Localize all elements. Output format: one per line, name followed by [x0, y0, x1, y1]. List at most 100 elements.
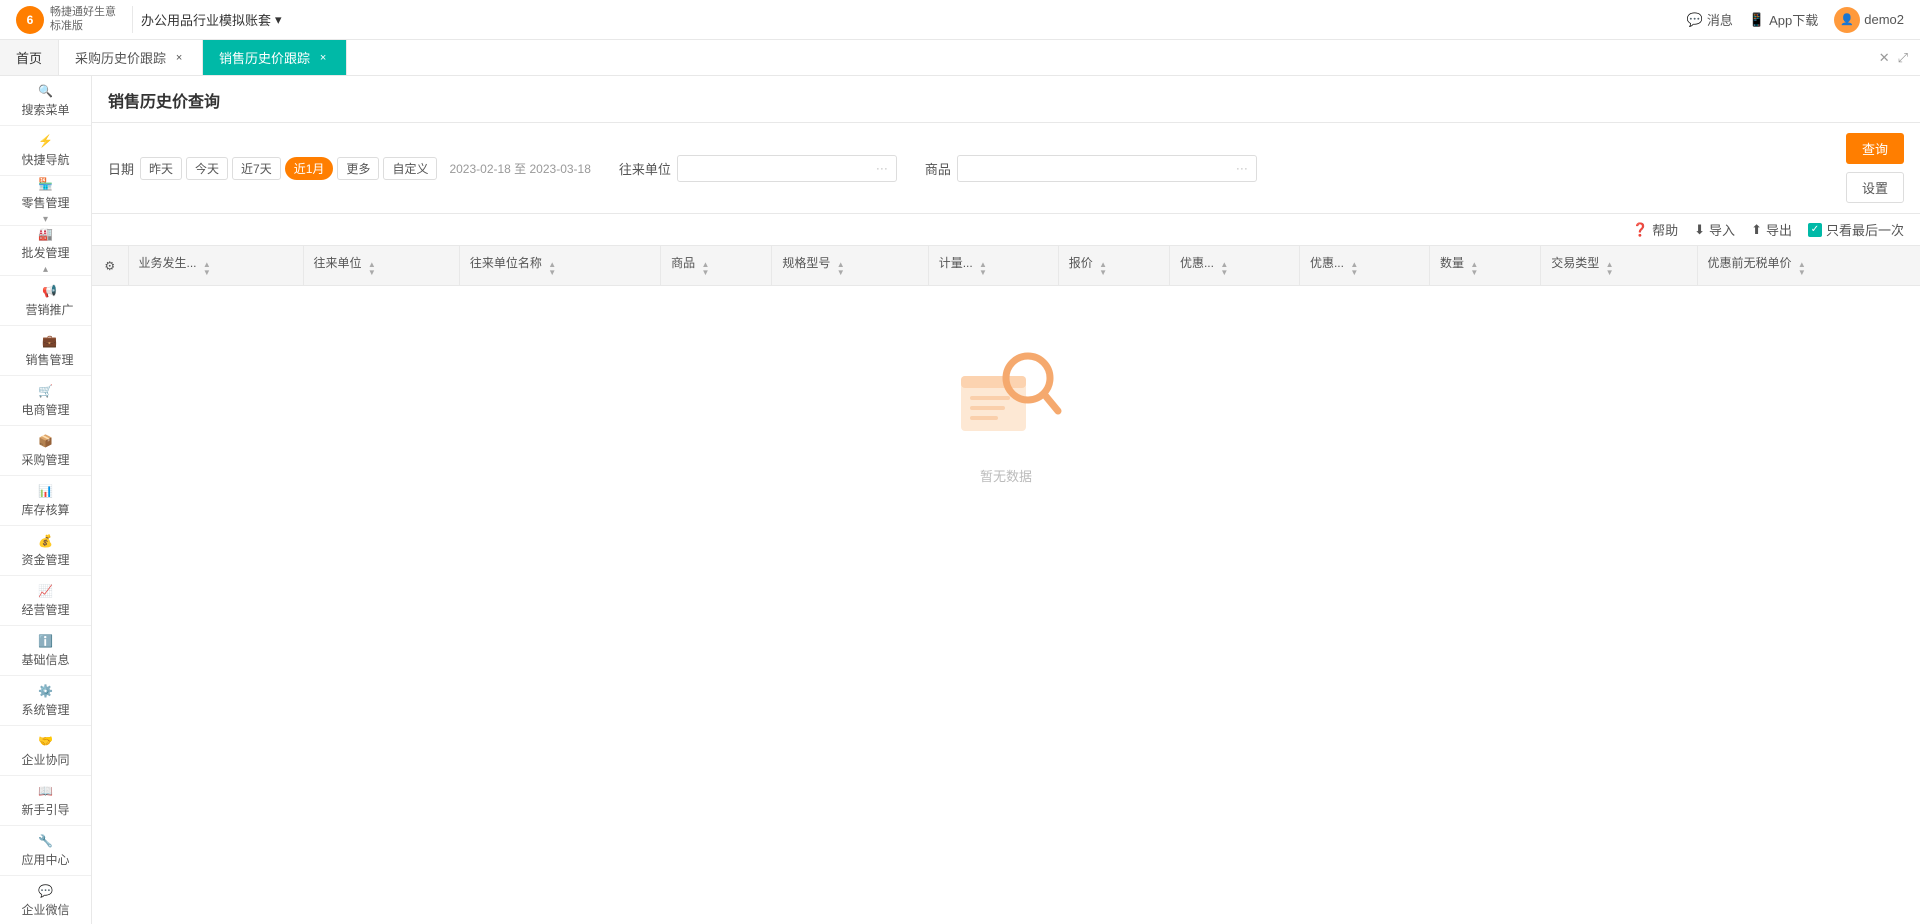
query-button[interactable]: 查询	[1846, 133, 1904, 164]
col-pretax-price[interactable]: 优惠前无税单价 ▲▼	[1697, 246, 1920, 286]
sidebar-item-wechat[interactable]: 💬 企业微信	[0, 876, 91, 924]
empty-illustration	[946, 346, 1066, 456]
sidebar-search-label: 搜索菜单	[21, 101, 69, 118]
col-partner-name-label: 往来单位名称	[470, 256, 542, 270]
date-btn-today[interactable]: 今天	[186, 157, 228, 180]
sort-arrows: ▲▼	[1606, 261, 1614, 277]
column-settings-icon[interactable]: ⚙	[104, 259, 115, 273]
col-goods[interactable]: 商品 ▲▼	[661, 246, 772, 286]
inventory-icon: 📊	[38, 484, 53, 498]
sidebar-item-inventory[interactable]: 📊 库存核算	[0, 476, 91, 526]
date-btn-more[interactable]: 更多	[337, 157, 379, 180]
chevron-down-icon: ▾	[275, 12, 282, 28]
app-selector[interactable]: 办公用品行业模拟账套 ▾	[132, 6, 290, 33]
sidebar-item-basic-info[interactable]: ℹ️ 基础信息	[0, 626, 91, 676]
sidebar-item-wholesale-mgmt[interactable]: 🏭 批发管理 ▴	[0, 226, 91, 276]
col-price-label: 报价	[1069, 256, 1093, 270]
sidebar-wechat-label: 企业微信	[21, 901, 69, 918]
col-discount2-label: 优惠...	[1310, 256, 1344, 270]
sidebar-item-marketing[interactable]: 📢 营销推广	[0, 276, 91, 326]
tab-home[interactable]: 首页	[0, 40, 59, 75]
sidebar-item-app-center[interactable]: 🔧 应用中心	[0, 826, 91, 876]
app-logo-icon: 6	[16, 6, 44, 34]
tab-purchase[interactable]: 采购历史价跟踪 ×	[59, 40, 203, 75]
expand-icon: ▴	[43, 264, 48, 275]
col-discount2[interactable]: 优惠... ▲▼	[1299, 246, 1429, 286]
date-buttons: 昨天 今天 近7天 近1月 更多 自定义	[140, 157, 437, 180]
maximize-window-icon[interactable]: ⤢	[1898, 50, 1908, 66]
close-window-icon[interactable]: ✕	[1879, 50, 1890, 66]
sidebar-wholesale-label: 批发管理	[21, 244, 69, 261]
sidebar-item-enterprise[interactable]: 🤝 企业协同	[0, 726, 91, 776]
import-label: 导入	[1709, 220, 1735, 239]
sidebar-item-retail-mgmt[interactable]: 🏪 零售管理 ▾	[0, 176, 91, 226]
sort-arrows: ▲▼	[203, 261, 211, 277]
sidebar-inventory-label: 库存核算	[21, 501, 69, 518]
col-partner-name[interactable]: 往来单位名称 ▲▼	[459, 246, 660, 286]
finance-icon: 💰	[38, 534, 53, 548]
tab-sales-close[interactable]: ×	[316, 51, 330, 65]
sidebar-item-system[interactable]: ⚙️ 系统管理	[0, 676, 91, 726]
sidebar-item-quick-nav[interactable]: ⚡ 快捷导航	[0, 126, 91, 176]
sort-arrows: ▲▼	[702, 261, 710, 277]
date-btn-1month[interactable]: 近1月	[285, 157, 334, 180]
sidebar-item-guide[interactable]: 📖 新手引导	[0, 776, 91, 826]
message-icon: 💬	[1687, 12, 1703, 28]
import-btn[interactable]: ⬇ 导入	[1694, 220, 1735, 239]
col-quantity[interactable]: 数量 ▲▼	[1429, 246, 1540, 286]
export-btn[interactable]: ⬆ 导出	[1751, 220, 1792, 239]
sidebar-item-ecommerce[interactable]: 🛒 电商管理	[0, 376, 91, 426]
user-menu[interactable]: 👤 demo2	[1834, 7, 1904, 33]
date-btn-7days[interactable]: 近7天	[232, 157, 281, 180]
only-last-label: 只看最后一次	[1826, 220, 1904, 239]
partner-input-placeholder	[686, 160, 842, 177]
col-price[interactable]: 报价 ▲▼	[1058, 246, 1169, 286]
col-spec[interactable]: 规格型号 ▲▼	[772, 246, 928, 286]
col-trade-type-label: 交易类型	[1551, 256, 1599, 270]
sidebar-item-purchase-mgmt[interactable]: 📦 采购管理	[0, 426, 91, 476]
download-icon: 📱	[1749, 12, 1765, 28]
operations-icon: 📈	[38, 584, 53, 598]
app-center-icon: 🔧	[38, 834, 53, 848]
date-btn-yesterday[interactable]: 昨天	[140, 157, 182, 180]
sidebar-item-sales-mgmt[interactable]: 💼 销售管理	[0, 326, 91, 376]
enterprise-icon: 🤝	[38, 734, 53, 748]
col-settings[interactable]: ⚙	[92, 246, 128, 286]
data-table: ⚙ 业务发生... ▲▼ 往来单位 ▲▼ 往来单位名称 ▲▼	[92, 246, 1920, 286]
toolbar: ❓ 帮助 ⬇ 导入 ⬆ 导出 ✓ 只看最后一次	[92, 214, 1920, 246]
sidebar-item-finance[interactable]: 💰 资金管理	[0, 526, 91, 576]
partner-input[interactable]: ···	[677, 155, 897, 182]
settings-button[interactable]: 设置	[1846, 172, 1904, 203]
sort-arrows: ▲▼	[548, 261, 556, 277]
info-icon: ℹ️	[38, 634, 53, 648]
app-download-btn[interactable]: 📱 App下载	[1749, 10, 1818, 29]
sort-arrows: ▲▼	[837, 261, 845, 277]
col-biz-date[interactable]: 业务发生... ▲▼	[128, 246, 303, 286]
sidebar-enterprise-label: 企业协同	[21, 751, 69, 768]
sidebar-item-operations[interactable]: 📈 经营管理	[0, 576, 91, 626]
goods-input-placeholder	[966, 160, 1182, 177]
only-last-checkbox[interactable]: ✓ 只看最后一次	[1808, 220, 1904, 239]
col-discount1[interactable]: 优惠... ▲▼	[1169, 246, 1299, 286]
export-icon: ⬆	[1751, 222, 1762, 238]
top-bar-left: 6 畅捷通好生意 标准版 办公用品行业模拟账套 ▾	[16, 6, 290, 34]
date-btn-custom[interactable]: 自定义	[383, 157, 437, 180]
help-btn[interactable]: ❓ 帮助	[1632, 220, 1678, 239]
empty-text: 暂无数据	[980, 466, 1032, 485]
col-partner-code[interactable]: 往来单位 ▲▼	[303, 246, 459, 286]
tab-sales[interactable]: 销售历史价跟踪 ×	[203, 40, 347, 75]
tab-purchase-close[interactable]: ×	[172, 51, 186, 65]
sidebar-item-search-menu[interactable]: 🔍 搜索菜单	[0, 76, 91, 126]
col-goods-label: 商品	[671, 256, 695, 270]
table-container: ⚙ 业务发生... ▲▼ 往来单位 ▲▼ 往来单位名称 ▲▼	[92, 246, 1920, 924]
col-trade-type[interactable]: 交易类型 ▲▼	[1541, 246, 1697, 286]
goods-dots: ···	[1236, 161, 1248, 175]
message-btn[interactable]: 💬 消息	[1687, 10, 1733, 29]
filter-row: 日期 昨天 今天 近7天 近1月 更多 自定义 2023-02-18 至 202…	[108, 155, 1834, 182]
sidebar-guide-label: 新手引导	[21, 801, 69, 818]
page-header: 销售历史价查询	[92, 76, 1920, 123]
tab-bar: 首页 采购历史价跟踪 × 销售历史价跟踪 × ✕ ⤢	[0, 40, 1920, 76]
col-unit[interactable]: 计量... ▲▼	[928, 246, 1058, 286]
goods-input[interactable]: ···	[957, 155, 1257, 182]
sort-arrows: ▲▼	[1220, 261, 1228, 277]
